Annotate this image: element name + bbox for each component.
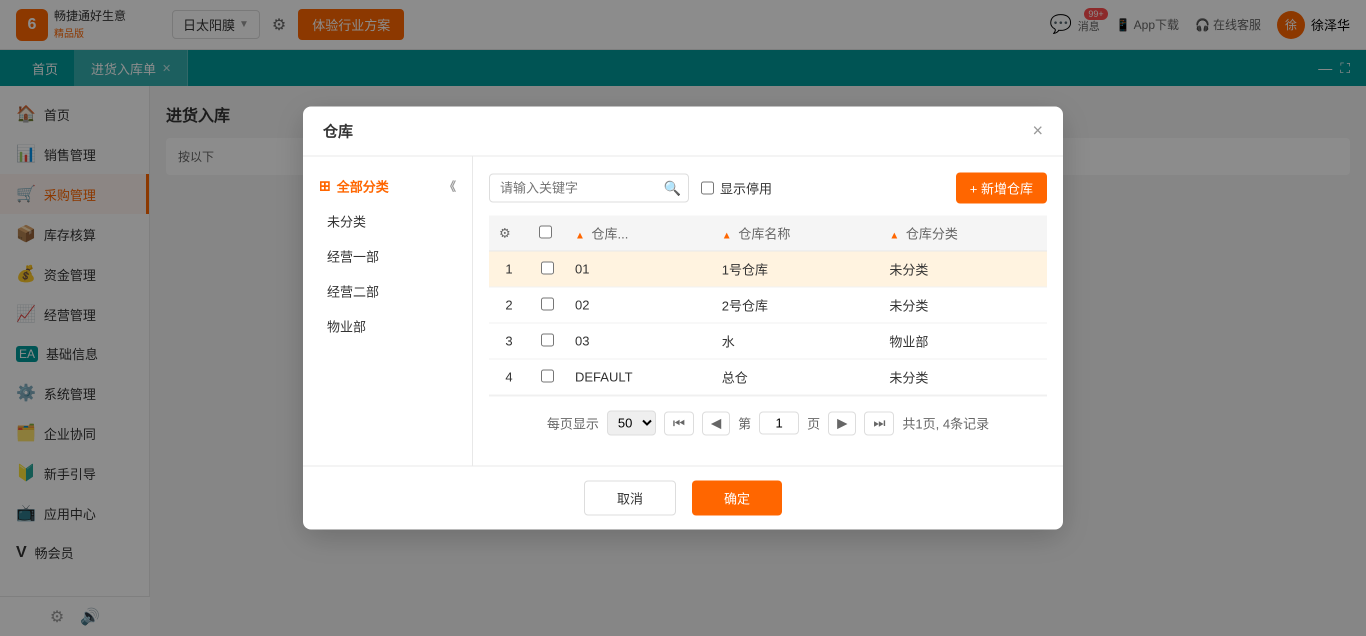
table-row[interactable]: 3 03 水 物业部: [489, 323, 1047, 359]
table-body: 1 01 1号仓库 未分类 2: [489, 251, 1047, 395]
row-code: DEFAULT: [565, 359, 712, 395]
th-checkbox: [529, 216, 565, 252]
show-disabled-label[interactable]: 显示停用: [701, 179, 772, 198]
select-all-checkbox[interactable]: [539, 225, 552, 238]
modal-sidebar-item-property[interactable]: 物业部: [303, 309, 472, 344]
row-checkbox[interactable]: [529, 251, 565, 287]
row-name: 2号仓库: [712, 287, 880, 323]
row-index: 2: [489, 287, 529, 323]
pagination: 每页显示 50 ⏮ ◀ 第 页 ▶ ⏭ 共1页, 4条记录: [489, 396, 1047, 450]
show-disabled-checkbox[interactable]: [701, 182, 714, 195]
modal-sidebar-item-dept2[interactable]: 经营二部: [303, 274, 472, 309]
prev-page-button[interactable]: ◀: [702, 411, 730, 435]
row-category: 未分类: [879, 287, 1047, 323]
modal-body: ⊞ 全部分类 《 未分类 经营一部 经营二部 物业部 🔍: [303, 157, 1063, 466]
modal-sidebar-all[interactable]: ⊞ 全部分类 《: [303, 169, 472, 204]
th-settings: ⚙: [489, 216, 529, 252]
sort-icon-cat: ▲: [889, 231, 899, 242]
table-row[interactable]: 4 DEFAULT 总仓 未分类: [489, 359, 1047, 395]
first-page-button[interactable]: ⏮: [664, 411, 694, 435]
row-name: 1号仓库: [712, 251, 880, 287]
row-code: 01: [565, 251, 712, 287]
table-container: ⚙ ▲ 仓库... ▲ 仓库名称: [489, 216, 1047, 396]
row-code: 02: [565, 287, 712, 323]
row-name: 水: [712, 323, 880, 359]
th-category: ▲ 仓库分类: [879, 216, 1047, 252]
confirm-button[interactable]: 确定: [692, 481, 782, 516]
next-page-button[interactable]: ▶: [828, 411, 856, 435]
search-input[interactable]: [489, 174, 689, 203]
collapse-icon[interactable]: 《: [444, 178, 456, 195]
per-page-select[interactable]: 50: [607, 411, 656, 436]
th-code: ▲ 仓库...: [565, 216, 712, 252]
search-icon[interactable]: 🔍: [664, 180, 681, 197]
row-checkbox[interactable]: [529, 359, 565, 395]
modal-search-bar: 🔍 显示停用 + 新增仓库: [489, 173, 1047, 204]
warehouse-table: ⚙ ▲ 仓库... ▲ 仓库名称: [489, 216, 1047, 396]
modal-sidebar: ⊞ 全部分类 《 未分类 经营一部 经营二部 物业部: [303, 157, 473, 466]
warehouse-modal: 仓库 × ⊞ 全部分类 《 未分类 经营一部 经营二部 物业部: [303, 107, 1063, 530]
last-page-button[interactable]: ⏭: [864, 411, 894, 435]
modal-content-area: 🔍 显示停用 + 新增仓库 ⚙: [473, 157, 1063, 466]
modal-sidebar-item-dept1[interactable]: 经营一部: [303, 239, 472, 274]
page-number-input[interactable]: [759, 412, 799, 435]
row-code: 03: [565, 323, 712, 359]
modal-sidebar-item-unclassified[interactable]: 未分类: [303, 204, 472, 239]
row-category: 物业部: [879, 323, 1047, 359]
modal-header: 仓库 ×: [303, 107, 1063, 157]
row-category: 未分类: [879, 251, 1047, 287]
th-name: ▲ 仓库名称: [712, 216, 880, 252]
row-index: 3: [489, 323, 529, 359]
row-index: 4: [489, 359, 529, 395]
row-index: 1: [489, 251, 529, 287]
modal-title: 仓库: [323, 121, 353, 142]
sort-icon: ▲: [575, 231, 585, 242]
row-checkbox[interactable]: [529, 323, 565, 359]
table-row[interactable]: 2 02 2号仓库 未分类: [489, 287, 1047, 323]
table-header: ⚙ ▲ 仓库... ▲ 仓库名称: [489, 216, 1047, 252]
table-row[interactable]: 1 01 1号仓库 未分类: [489, 251, 1047, 287]
row-checkbox[interactable]: [529, 287, 565, 323]
modal-close-button[interactable]: ×: [1032, 121, 1043, 142]
add-warehouse-button[interactable]: + 新增仓库: [956, 173, 1047, 204]
row-category: 未分类: [879, 359, 1047, 395]
sort-icon-name: ▲: [722, 231, 732, 242]
grid-icon: ⊞: [319, 178, 331, 195]
page-label: 第: [738, 414, 751, 433]
modal-footer: 取消 确定: [303, 466, 1063, 530]
search-wrapper: 🔍: [489, 174, 689, 203]
row-name: 总仓: [712, 359, 880, 395]
cancel-button[interactable]: 取消: [584, 481, 676, 516]
